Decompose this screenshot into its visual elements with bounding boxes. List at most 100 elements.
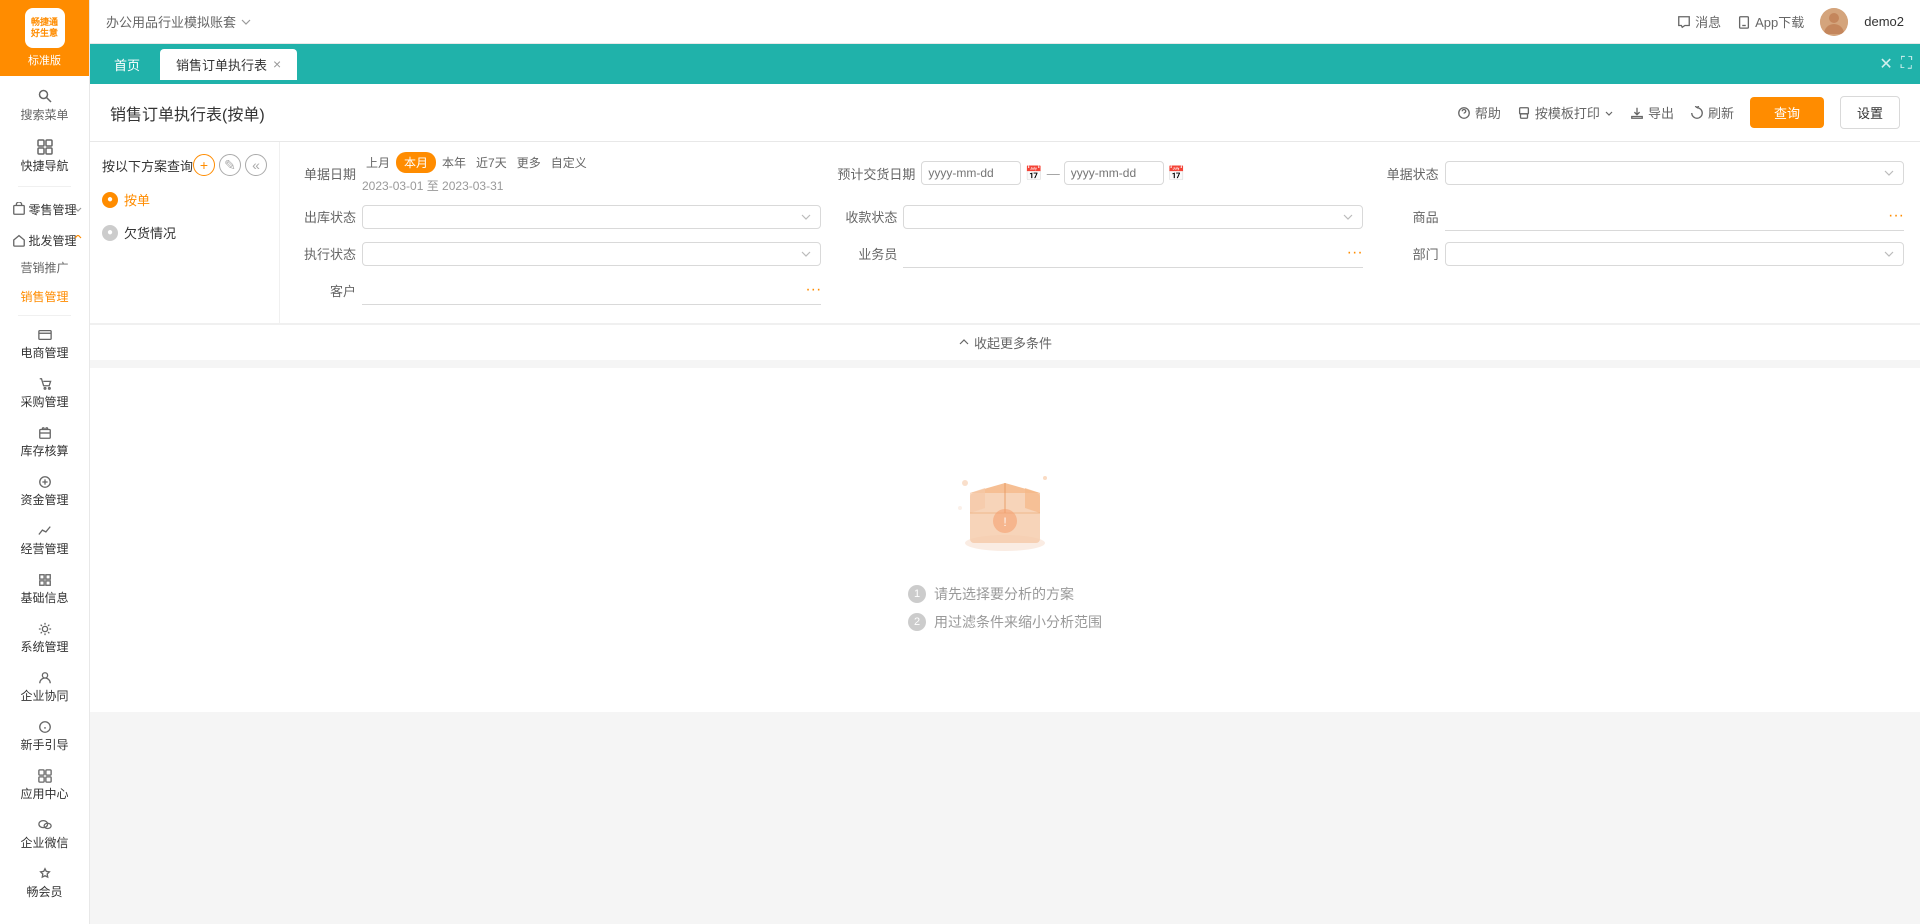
product-more-icon[interactable]: ··· [1888, 207, 1904, 225]
sidebar-logo[interactable]: 畅捷通好生意 标准版 [0, 0, 89, 76]
tabbar: 首页 销售订单执行表 × ✕ ⛶ [90, 44, 1920, 84]
delivery-date-end[interactable] [1064, 161, 1164, 185]
sidebar: 畅捷通好生意 标准版 搜索菜单 快捷导航 零售管理 批发管理 营销推广 销售管理 [0, 0, 90, 924]
filter-row-3: 执行状态 业务员 ··· [296, 239, 1904, 268]
date-option-custom[interactable]: 自定义 [547, 152, 591, 173]
salesperson-more-icon[interactable]: ··· [1347, 244, 1363, 262]
filter-panel: 按以下方案查询 + ✎ « ● 按单 ● [90, 142, 1920, 360]
tabbar-actions: ✕ ⛶ [1879, 54, 1912, 74]
date-option-last-month[interactable]: 上月 [362, 152, 394, 173]
user-avatar[interactable] [1820, 8, 1848, 36]
customer-more-icon[interactable]: ··· [805, 281, 821, 299]
logo-abbr: 畅捷通好生意 [31, 17, 58, 39]
settings-label: 设置 [1857, 106, 1883, 121]
delivery-date-end-calendar-icon[interactable]: 📅 [1168, 165, 1185, 182]
content-area: 销售订单执行表(按单) 帮助 按模板打印 导出 [90, 84, 1920, 924]
filter-item-customer: 客户 ··· [296, 276, 821, 305]
page-selector-label: 办公用品行业模拟账套 [106, 12, 236, 31]
customer-input[interactable]: ··· [362, 276, 821, 305]
tab-close-icon[interactable]: × [273, 57, 281, 71]
date-option-this-month[interactable]: 本月 [396, 152, 436, 173]
filter-item-department: 部门 [1379, 239, 1904, 268]
settings-button[interactable]: 设置 [1840, 96, 1900, 129]
template-print-button[interactable]: 按模板打印 [1517, 103, 1614, 122]
sidebar-item-ecommerce[interactable]: 电商管理 [0, 320, 89, 369]
sidebar-sub-item-marketing[interactable]: 营销推广 [0, 253, 89, 282]
sidebar-search-area: 搜索菜单 [0, 76, 89, 131]
empty-line2: 用过滤条件来缩小分析范围 [934, 612, 1102, 632]
system-label: 系统管理 [20, 638, 68, 655]
refresh-button[interactable]: 刷新 [1690, 103, 1734, 122]
salesperson-input[interactable]: ··· [903, 239, 1362, 268]
date-option-this-year[interactable]: 本年 [438, 152, 470, 173]
filter-fields-area: 单据日期 上月 本月 本年 近7天 更多 自定义 2023-03-01 至 20… [280, 142, 1920, 323]
delivery-date-start-calendar-icon[interactable]: 📅 [1025, 165, 1042, 182]
sidebar-item-purchase[interactable]: 采购管理 [0, 369, 89, 418]
sidebar-item-member[interactable]: 畅会员 [0, 859, 89, 908]
sidebar-item-wechat[interactable]: 企业微信 [0, 810, 89, 859]
sidebar-section-retail: 零售管理 [0, 191, 89, 222]
scheme-item-欠货情况[interactable]: ● 欠货情况 [102, 219, 267, 246]
collapse-text: 收起更多条件 [974, 333, 1052, 352]
scheme-dot-欠货情况: ● [102, 225, 118, 241]
help-label: 帮助 [1475, 103, 1501, 122]
page-actions: 帮助 按模板打印 导出 刷新 [1457, 96, 1900, 129]
sidebar-item-newbie[interactable]: 新手引导 [0, 712, 89, 761]
search-menu-button[interactable]: 搜索菜单 [8, 84, 81, 127]
sidebar-item-basic[interactable]: 基础信息 [0, 565, 89, 614]
tabbar-expand-button[interactable]: ⛶ [1901, 55, 1912, 73]
filter-item-doc-status: 单据状态 [1379, 152, 1904, 194]
app-download-button[interactable]: App下载 [1737, 12, 1804, 31]
doc-status-select[interactable] [1445, 161, 1904, 185]
tabbar-close-button[interactable]: ✕ [1879, 54, 1892, 74]
stock-status-select[interactable] [362, 205, 821, 229]
expected-delivery-controls: 📅 — 📅 [921, 161, 1362, 185]
filter-row-4: 客户 ··· [296, 276, 1904, 305]
sidebar-item-system[interactable]: 系统管理 [0, 614, 89, 663]
department-select[interactable] [1445, 242, 1904, 266]
scheme-label-欠货情况: 欠货情况 [124, 223, 176, 242]
product-input[interactable]: ··· [1445, 202, 1904, 231]
page-selector[interactable]: 办公用品行业模拟账套 [106, 12, 252, 31]
date-option-7days[interactable]: 近7天 [472, 152, 511, 173]
collapse-bar[interactable]: 收起更多条件 [90, 324, 1920, 360]
edit-scheme-button[interactable]: ✎ [219, 154, 241, 176]
sidebar-item-operations[interactable]: 经营管理 [0, 516, 89, 565]
date-range-display: 2023-03-01 至 2023-03-31 [362, 177, 821, 194]
tab-home-label: 首页 [114, 58, 140, 73]
sidebar-item-finance[interactable]: 资金管理 [0, 467, 89, 516]
sidebar-item-wholesale[interactable]: 批发管理 [0, 222, 89, 253]
export-button[interactable]: 导出 [1630, 103, 1674, 122]
message-label: 消息 [1695, 12, 1721, 31]
help-button[interactable]: 帮助 [1457, 103, 1501, 122]
exec-status-select[interactable] [362, 242, 821, 266]
finance-label: 资金管理 [20, 491, 68, 508]
tab-active-label: 销售订单执行表 [176, 55, 267, 74]
query-button[interactable]: 查询 [1750, 97, 1824, 128]
message-button[interactable]: 消息 [1677, 12, 1721, 31]
sidebar-item-inventory[interactable]: 库存核算 [0, 418, 89, 467]
basic-label: 基础信息 [20, 589, 68, 606]
sidebar-item-retail[interactable]: 零售管理 [0, 191, 89, 222]
add-scheme-button[interactable]: + [193, 154, 215, 176]
topbar-right: 消息 App下载 demo2 [1677, 8, 1904, 36]
collapse-scheme-button[interactable]: « [245, 154, 267, 176]
appstore-label: 应用中心 [20, 785, 68, 802]
scheme-item-按单[interactable]: ● 按单 [102, 186, 267, 213]
search-menu-label: 搜索菜单 [20, 106, 68, 123]
delivery-date-start[interactable] [921, 161, 1021, 185]
sidebar-item-quicknav[interactable]: 快捷导航 [0, 131, 89, 182]
sidebar-item-appstore[interactable]: 应用中心 [0, 761, 89, 810]
svg-text:!: ! [1003, 515, 1006, 529]
date-option-more[interactable]: 更多 [513, 152, 545, 173]
sidebar-item-enterprise[interactable]: 企业协同 [0, 663, 89, 712]
filter-item-exec-status: 执行状态 [296, 239, 821, 268]
tab-active[interactable]: 销售订单执行表 × [160, 49, 297, 80]
results-area: ! 1 请先选择要分析的方案 2 [90, 360, 1920, 712]
product-label: 商品 [1379, 207, 1439, 226]
page-content-wrap: 销售订单执行表(按单) 帮助 按模板打印 导出 [90, 84, 1920, 712]
payment-status-select[interactable] [903, 205, 1362, 229]
filter-item-salesperson: 业务员 ··· [837, 239, 1362, 268]
tab-home[interactable]: 首页 [98, 49, 156, 80]
sidebar-sub-item-sales[interactable]: 销售管理 [0, 282, 89, 311]
